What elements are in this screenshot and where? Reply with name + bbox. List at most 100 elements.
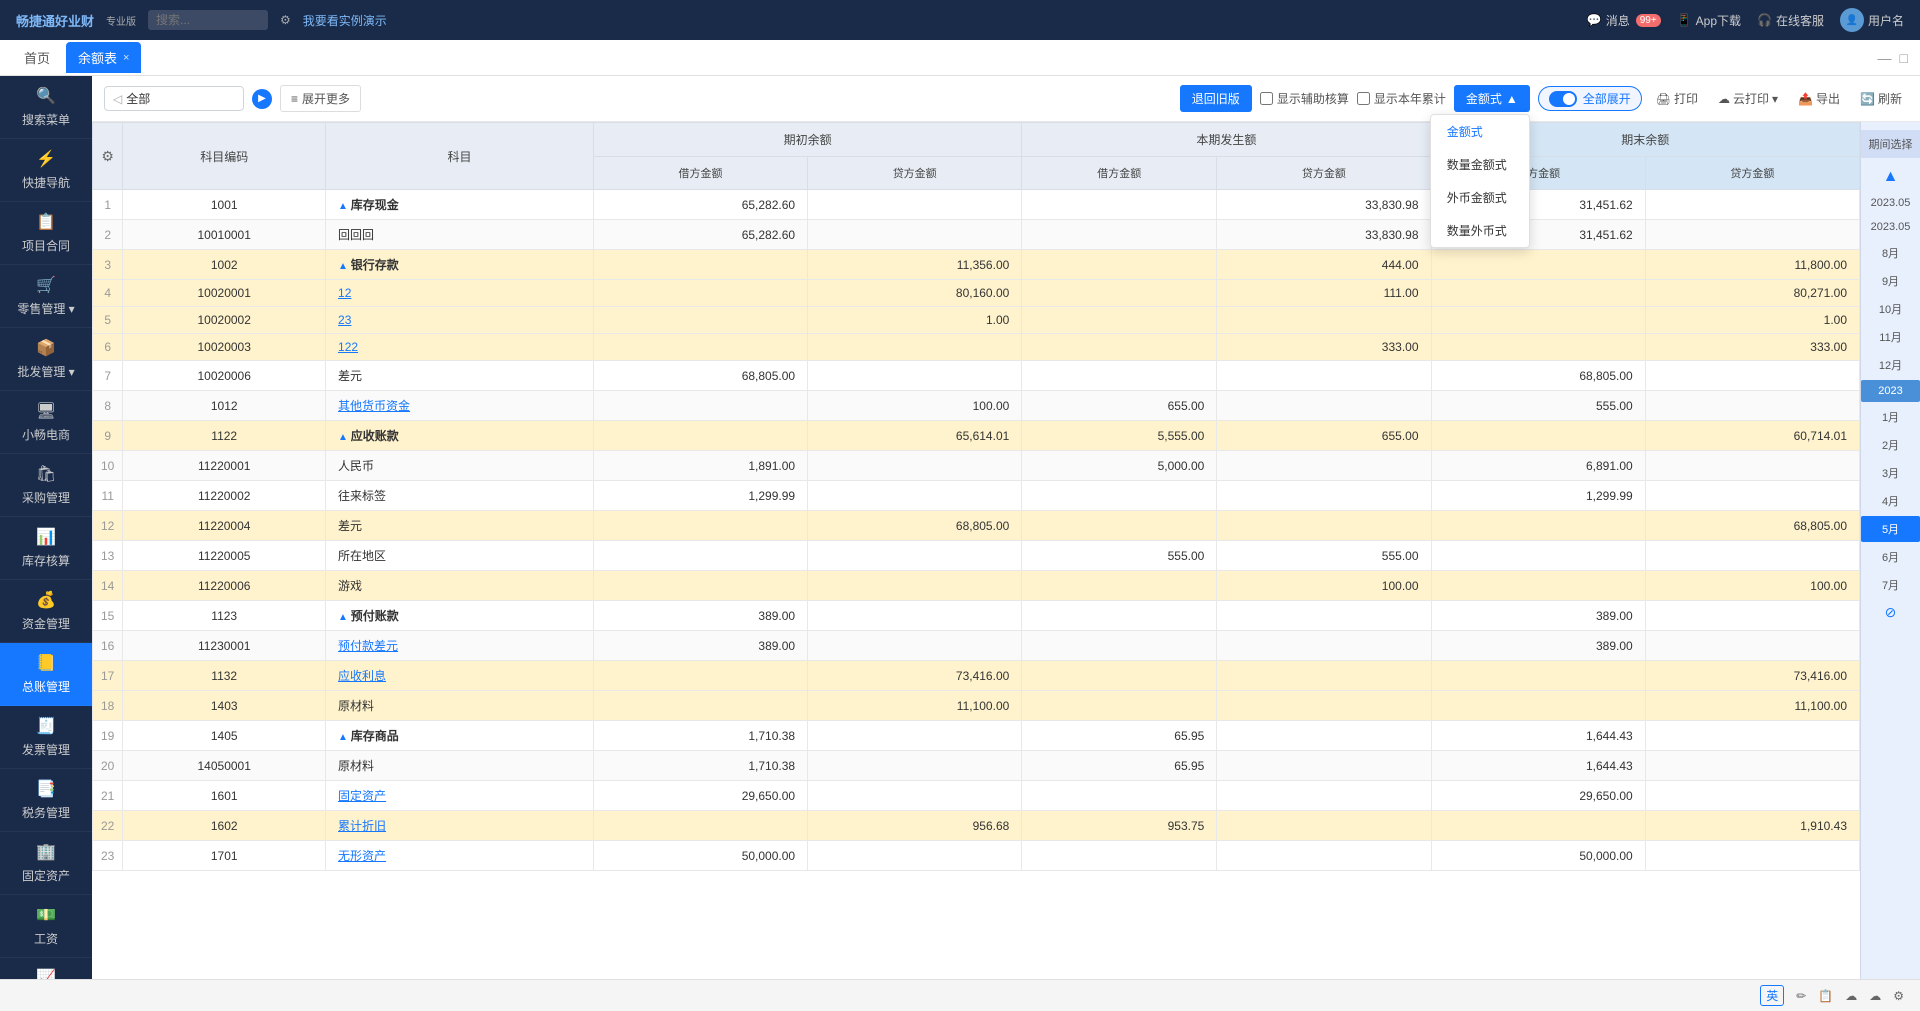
row-subject[interactable]: 其他货币资金 [326,391,594,421]
back-old-version-btn[interactable]: 退回旧版 [1180,85,1252,112]
maximize-icon[interactable]: □ [1900,50,1908,66]
row-subject[interactable]: ▲ 预付账款 [326,601,594,631]
period-2023-05-2[interactable]: 2023.05 [1861,216,1920,238]
table-row[interactable]: 12 11220004 差元 68,805.00 68,805.00 [93,511,1860,541]
table-row[interactable]: 1 1001 ▲ 库存现金 65,282.60 33,830.98 31,451… [93,190,1860,220]
row-subject[interactable]: 回回回 [326,220,594,250]
period-11[interactable]: 11月 [1861,324,1920,350]
sidebar-item-wholesale[interactable]: 📦 批发管理 ▾ [0,328,92,391]
period-12[interactable]: 12月 [1861,352,1920,378]
online-service-btn[interactable]: 🎧 在线客服 [1757,12,1824,29]
sidebar-item-tax[interactable]: 📑 税务管理 [0,769,92,832]
table-row[interactable]: 5 10020002 23 1.00 1.00 [93,307,1860,334]
expand-more-btn[interactable]: ≡ 展开更多 [280,85,361,112]
expand-all-toggle[interactable]: 全部展开 [1538,86,1642,111]
row-subject[interactable]: ▲ 银行存款 [326,250,594,280]
edit-icon[interactable]: ✏ [1796,989,1806,1003]
mode-option-qty-amount[interactable]: 数量金额式 [1431,148,1529,181]
period-10[interactable]: 10月 [1861,296,1920,322]
sidebar-item-inventory[interactable]: 📊 库存核算 [0,517,92,580]
table-row[interactable]: 19 1405 ▲ 库存商品 1,710.38 65.95 1,644.43 [93,721,1860,751]
row-subject[interactable]: 差元 [326,361,594,391]
sidebar-item-search[interactable]: 🔍 搜索菜单 [0,76,92,139]
cloud-icon[interactable]: ☁ [1845,989,1857,1003]
sidebar-item-invoice[interactable]: 🧾 发票管理 [0,706,92,769]
table-row[interactable]: 16 11230001 预付款差元 389.00 389.00 [93,631,1860,661]
settings-icon[interactable]: ⚙ [280,13,291,27]
table-row[interactable]: 2 10010001 回回回 65,282.60 33,830.98 31,45… [93,220,1860,250]
row-subject[interactable]: ▲ 应收账款 [326,421,594,451]
row-subject[interactable]: 人民币 [326,451,594,481]
row-subject[interactable]: ▲ 库存商品 [326,721,594,751]
tab-close-btn[interactable]: × [123,52,129,64]
sidebar-item-quick-nav[interactable]: ⚡ 快捷导航 [0,139,92,202]
nav-arrow-btn[interactable]: ▶ [252,89,272,109]
period-collapse-btn[interactable]: ⊘ [1861,600,1920,625]
table-row[interactable]: 17 1132 应收利息 73,416.00 73,416.00 [93,661,1860,691]
yearly-check[interactable] [1357,92,1370,105]
show-auxiliary-checkbox[interactable]: 显示辅助核算 [1260,90,1349,107]
settings-status-icon[interactable]: ⚙ [1893,989,1904,1003]
table-row[interactable]: 11 11220002 往来标签 1,299.99 1,299.99 [93,481,1860,511]
th-settings[interactable]: ⚙ [93,123,123,190]
table-row[interactable]: 23 1701 无形资产 50,000.00 50,000.00 [93,841,1860,871]
period-2023-05-top[interactable]: 2023.05 [1861,192,1920,214]
table-row[interactable]: 3 1002 ▲ 银行存款 11,356.00 444.00 11,800.00 [93,250,1860,280]
mode-option-foreign-amount[interactable]: 外币金额式 [1431,181,1529,214]
sidebar-item-ecommerce[interactable]: 🖥 小畅电商 [0,391,92,454]
tab-balance-sheet[interactable]: 余额表 × [66,42,141,73]
row-subject[interactable]: 应收利息 [326,661,594,691]
row-subject[interactable]: 原材料 [326,691,594,721]
row-subject[interactable]: 原材料 [326,751,594,781]
export-btn[interactable]: 📤 导出 [1792,86,1846,111]
table-config-icon[interactable]: ⚙ [101,148,114,164]
table-row[interactable]: 20 14050001 原材料 1,710.38 65.95 1,644.43 [93,751,1860,781]
row-subject[interactable]: 预付款差元 [326,631,594,661]
search-box[interactable]: ◁ 全部 [104,86,244,111]
table-row[interactable]: 4 10020001 12 80,160.00 111.00 80,271.00 [93,280,1860,307]
sidebar-item-purchase[interactable]: 🛍 采购管理 [0,454,92,517]
search-field[interactable] [154,92,214,106]
mode-option-qty-foreign[interactable]: 数量外币式 [1431,214,1529,247]
row-subject[interactable]: 累计折旧 [326,811,594,841]
show-yearly-checkbox[interactable]: 显示本年累计 [1357,90,1446,107]
lang-switch[interactable]: 英 [1760,985,1784,1006]
sidebar-item-fixed-assets[interactable]: 🏢 固定资产 [0,832,92,895]
row-subject[interactable]: 差元 [326,511,594,541]
message-btn[interactable]: 💬 消息 99+ [1587,12,1661,29]
table-row[interactable]: 15 1123 ▲ 预付账款 389.00 389.00 [93,601,1860,631]
row-subject[interactable]: 23 [326,307,594,334]
table-row[interactable]: 21 1601 固定资产 29,650.00 29,650.00 [93,781,1860,811]
table-row[interactable]: 9 1122 ▲ 应收账款 65,614.01 5,555.00 655.00 … [93,421,1860,451]
period-8[interactable]: 8月 [1861,240,1920,266]
period-3[interactable]: 3月 [1861,460,1920,486]
print-btn[interactable]: 🖨 打印 [1650,86,1704,111]
period-5[interactable]: 5月 [1861,516,1920,542]
row-subject[interactable]: 往来标签 [326,481,594,511]
sidebar-item-finance[interactable]: 💰 资金管理 [0,580,92,643]
period-4[interactable]: 4月 [1861,488,1920,514]
row-subject[interactable]: 游戏 [326,571,594,601]
cloud2-icon[interactable]: ☁ [1869,989,1881,1003]
sidebar-item-operations[interactable]: 📈 经营管理 [0,958,92,979]
table-row[interactable]: 7 10020006 差元 68,805.00 68,805.00 [93,361,1860,391]
row-subject[interactable]: 122 [326,334,594,361]
clipboard-icon[interactable]: 📋 [1818,989,1833,1003]
period-9[interactable]: 9月 [1861,268,1920,294]
row-subject[interactable]: ▲ 库存现金 [326,190,594,220]
table-row[interactable]: 10 11220001 人民币 1,891.00 5,000.00 6,891.… [93,451,1860,481]
table-row[interactable]: 13 11220005 所在地区 555.00 555.00 [93,541,1860,571]
period-1[interactable]: 1月 [1861,404,1920,430]
table-row[interactable]: 6 10020003 122 333.00 333.00 [93,334,1860,361]
top-search-input[interactable] [148,10,268,30]
period-up-arrow[interactable]: ▲ [1861,164,1920,190]
period-7[interactable]: 7月 [1861,572,1920,598]
period-2[interactable]: 2月 [1861,432,1920,458]
auxiliary-check[interactable] [1260,92,1273,105]
table-row[interactable]: 8 1012 其他货币资金 100.00 655.00 555.00 [93,391,1860,421]
row-subject[interactable]: 12 [326,280,594,307]
row-subject[interactable]: 无形资产 [326,841,594,871]
mode-option-amount[interactable]: 金额式 [1431,115,1529,148]
mode-dropdown-btn[interactable]: 金额式 ▲ [1454,85,1530,112]
sidebar-item-retail[interactable]: 🛒 零售管理 ▾ [0,265,92,328]
